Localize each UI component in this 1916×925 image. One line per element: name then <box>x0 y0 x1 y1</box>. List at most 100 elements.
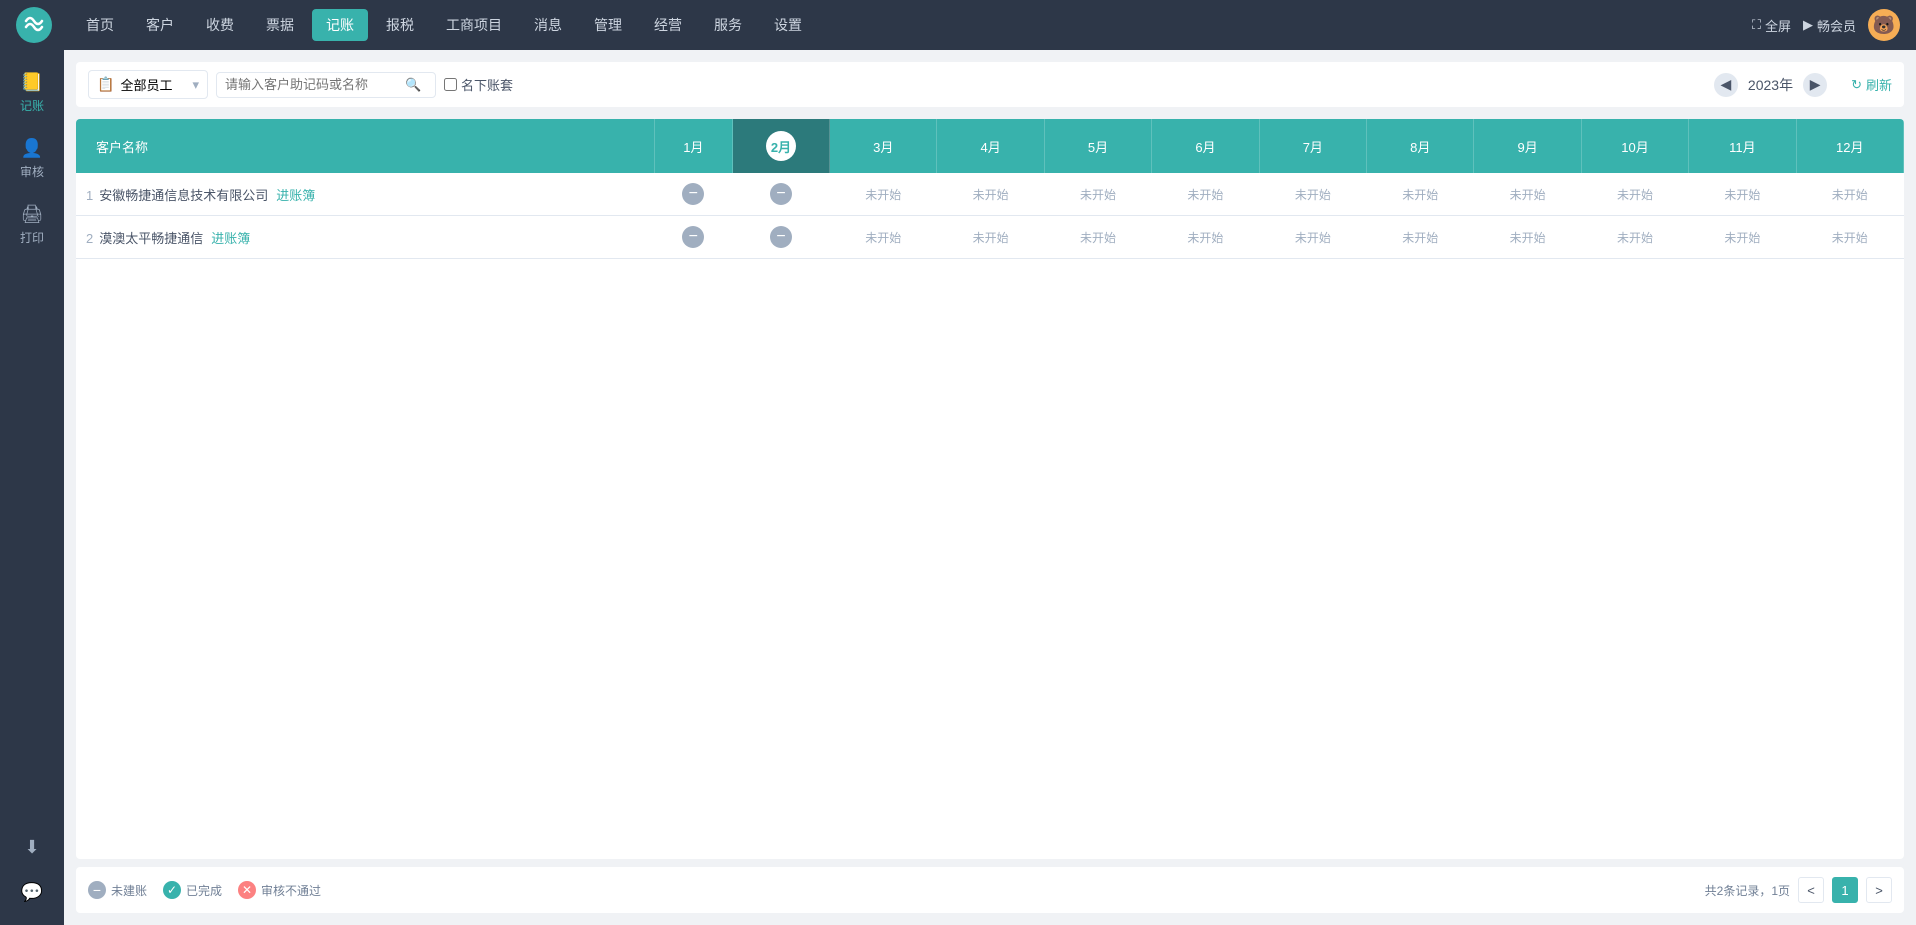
toolbar: 📋 全部员工 ▾ 🔍 名下账套 ◀ 2023年 ▶ ↻ 刷新 <box>76 62 1904 107</box>
sidebar-item-accounting[interactable]: 📒 记账 <box>0 60 64 126</box>
member-button[interactable]: ▶ 畅会员 <box>1803 16 1856 35</box>
prev-page-button[interactable]: < <box>1798 877 1824 903</box>
nav-service[interactable]: 服务 <box>700 9 756 41</box>
legend-not-created: − 未建账 <box>88 881 147 899</box>
search-icon[interactable]: 🔍 <box>405 77 421 93</box>
member-label: 畅会员 <box>1817 16 1856 35</box>
month-cell-0-9: 未开始 <box>1581 173 1688 216</box>
col-jan: 1月 <box>654 119 732 173</box>
month-cell-0-1: − <box>733 173 830 216</box>
nav-home[interactable]: 首页 <box>72 9 128 41</box>
checkbox-wrap: 名下账套 <box>444 75 513 94</box>
table-header-row: 客户名称 1月 2月 3月 4月 5月 6月 7月 8月 9月 10月 11月 <box>76 119 1904 173</box>
current-month-circle: 2月 <box>766 131 796 161</box>
month-cell-0-0: − <box>654 173 732 216</box>
not-started-status: 未开始 <box>865 188 901 202</box>
month-cell-1-4: 未开始 <box>1044 216 1151 259</box>
nav-tax[interactable]: 报税 <box>372 9 428 41</box>
not-started-status: 未开始 <box>1724 188 1760 202</box>
not-created-status: − <box>682 226 704 248</box>
year-nav: ◀ 2023年 ▶ <box>1714 73 1827 97</box>
month-cell-0-2: 未开始 <box>830 173 937 216</box>
not-created-label: 未建账 <box>111 882 147 899</box>
next-year-button[interactable]: ▶ <box>1803 73 1827 97</box>
user-avatar[interactable]: 🐻 <box>1868 9 1900 41</box>
col-jun: 6月 <box>1152 119 1259 173</box>
month-cell-1-2: 未开始 <box>830 216 937 259</box>
total-text: 共2条记录，1页 <box>1705 882 1790 899</box>
next-page-button[interactable]: > <box>1866 877 1892 903</box>
month-cell-0-7: 未开始 <box>1367 173 1474 216</box>
search-input-wrap: 🔍 <box>216 72 436 98</box>
col-dec: 12月 <box>1796 119 1903 173</box>
search-input[interactable] <box>225 77 405 92</box>
page-1-button[interactable]: 1 <box>1832 877 1858 903</box>
rejected-icon: ✕ <box>238 881 256 899</box>
month-cell-0-6: 未开始 <box>1259 173 1366 216</box>
nav-client[interactable]: 客户 <box>132 9 188 41</box>
year-display: 2023年 <box>1748 75 1793 95</box>
nav-bill[interactable]: 票据 <box>252 9 308 41</box>
accounting-table: 客户名称 1月 2月 3月 4月 5月 6月 7月 8月 9月 10月 11月 <box>76 119 1904 259</box>
not-started-status: 未开始 <box>1617 231 1653 245</box>
month-cell-1-11: 未开始 <box>1796 216 1903 259</box>
nav-business[interactable]: 工商项目 <box>432 9 516 41</box>
fullscreen-label: 全屏 <box>1765 16 1791 35</box>
nav-operation[interactable]: 经营 <box>640 9 696 41</box>
col-nov: 11月 <box>1689 119 1796 173</box>
not-started-status: 未开始 <box>1080 231 1116 245</box>
sidebar-item-chat[interactable]: 💬 <box>13 870 51 915</box>
employee-label: 全部员工 <box>120 75 172 94</box>
legend-completed: ✓ 已完成 <box>163 881 222 899</box>
top-nav: 首页 客户 收费 票据 记账 报税 工商项目 消息 管理 经营 服务 设置 ⛶ … <box>0 0 1916 50</box>
enter-ledger-link[interactable]: 进账簿 <box>276 188 315 203</box>
month-cell-1-1: − <box>733 216 830 259</box>
sidebar-label-accounting: 记账 <box>20 97 44 114</box>
sidebar: 📒 记账 👤 审核 🖨 打印 ⬇ 💬 <box>0 50 64 925</box>
not-started-status: 未开始 <box>973 231 1009 245</box>
not-created-status: − <box>770 226 792 248</box>
col-client-name: 客户名称 <box>76 119 654 173</box>
main-layout: 📒 记账 👤 审核 🖨 打印 ⬇ 💬 📋 全部员工 ▾ <box>0 50 1916 925</box>
not-created-icon: − <box>88 881 106 899</box>
my-accounts-checkbox[interactable] <box>444 78 457 91</box>
not-started-status: 未开始 <box>1187 231 1223 245</box>
fullscreen-icon: ⛶ <box>1752 17 1761 33</box>
nav-fee[interactable]: 收费 <box>192 9 248 41</box>
month-cell-0-4: 未开始 <box>1044 173 1151 216</box>
month-cell-1-5: 未开始 <box>1152 216 1259 259</box>
completed-label: 已完成 <box>186 882 222 899</box>
prev-year-button[interactable]: ◀ <box>1714 73 1738 97</box>
not-started-status: 未开始 <box>1295 231 1331 245</box>
footer: − 未建账 ✓ 已完成 ✕ 审核不通过 共2条记录，1页 < 1 > <box>76 867 1904 913</box>
nav-message[interactable]: 消息 <box>520 9 576 41</box>
content-area: 📋 全部员工 ▾ 🔍 名下账套 ◀ 2023年 ▶ ↻ 刷新 <box>64 50 1916 925</box>
nav-manage[interactable]: 管理 <box>580 9 636 41</box>
fullscreen-button[interactable]: ⛶ 全屏 <box>1752 16 1791 35</box>
nav-items: 首页 客户 收费 票据 记账 报税 工商项目 消息 管理 经营 服务 设置 <box>72 9 1752 41</box>
accounting-icon: 📒 <box>21 72 43 93</box>
month-cell-1-3: 未开始 <box>937 216 1044 259</box>
month-cell-0-11: 未开始 <box>1796 173 1903 216</box>
member-icon: ▶ <box>1803 17 1813 33</box>
sidebar-item-download[interactable]: ⬇ <box>13 825 51 870</box>
not-started-status: 未开始 <box>973 188 1009 202</box>
nav-accounting[interactable]: 记账 <box>312 9 368 41</box>
app-logo <box>16 7 52 43</box>
enter-ledger-link[interactable]: 进账簿 <box>211 231 250 246</box>
sidebar-item-review[interactable]: 👤 审核 <box>0 126 64 192</box>
not-started-status: 未开始 <box>1832 231 1868 245</box>
legend-rejected: ✕ 审核不通过 <box>238 881 321 899</box>
not-started-status: 未开始 <box>865 231 901 245</box>
employee-select[interactable]: 📋 全部员工 ▾ <box>88 70 208 99</box>
refresh-icon: ↻ <box>1851 77 1862 93</box>
print-icon: 🖨 <box>21 204 44 225</box>
col-apr: 4月 <box>937 119 1044 173</box>
sidebar-item-print[interactable]: 🖨 打印 <box>0 192 64 258</box>
col-feb: 2月 <box>733 119 830 173</box>
not-started-status: 未开始 <box>1832 188 1868 202</box>
col-oct: 10月 <box>1581 119 1688 173</box>
nav-settings[interactable]: 设置 <box>760 9 816 41</box>
refresh-button[interactable]: ↻ 刷新 <box>1851 75 1892 94</box>
month-cell-0-5: 未开始 <box>1152 173 1259 216</box>
